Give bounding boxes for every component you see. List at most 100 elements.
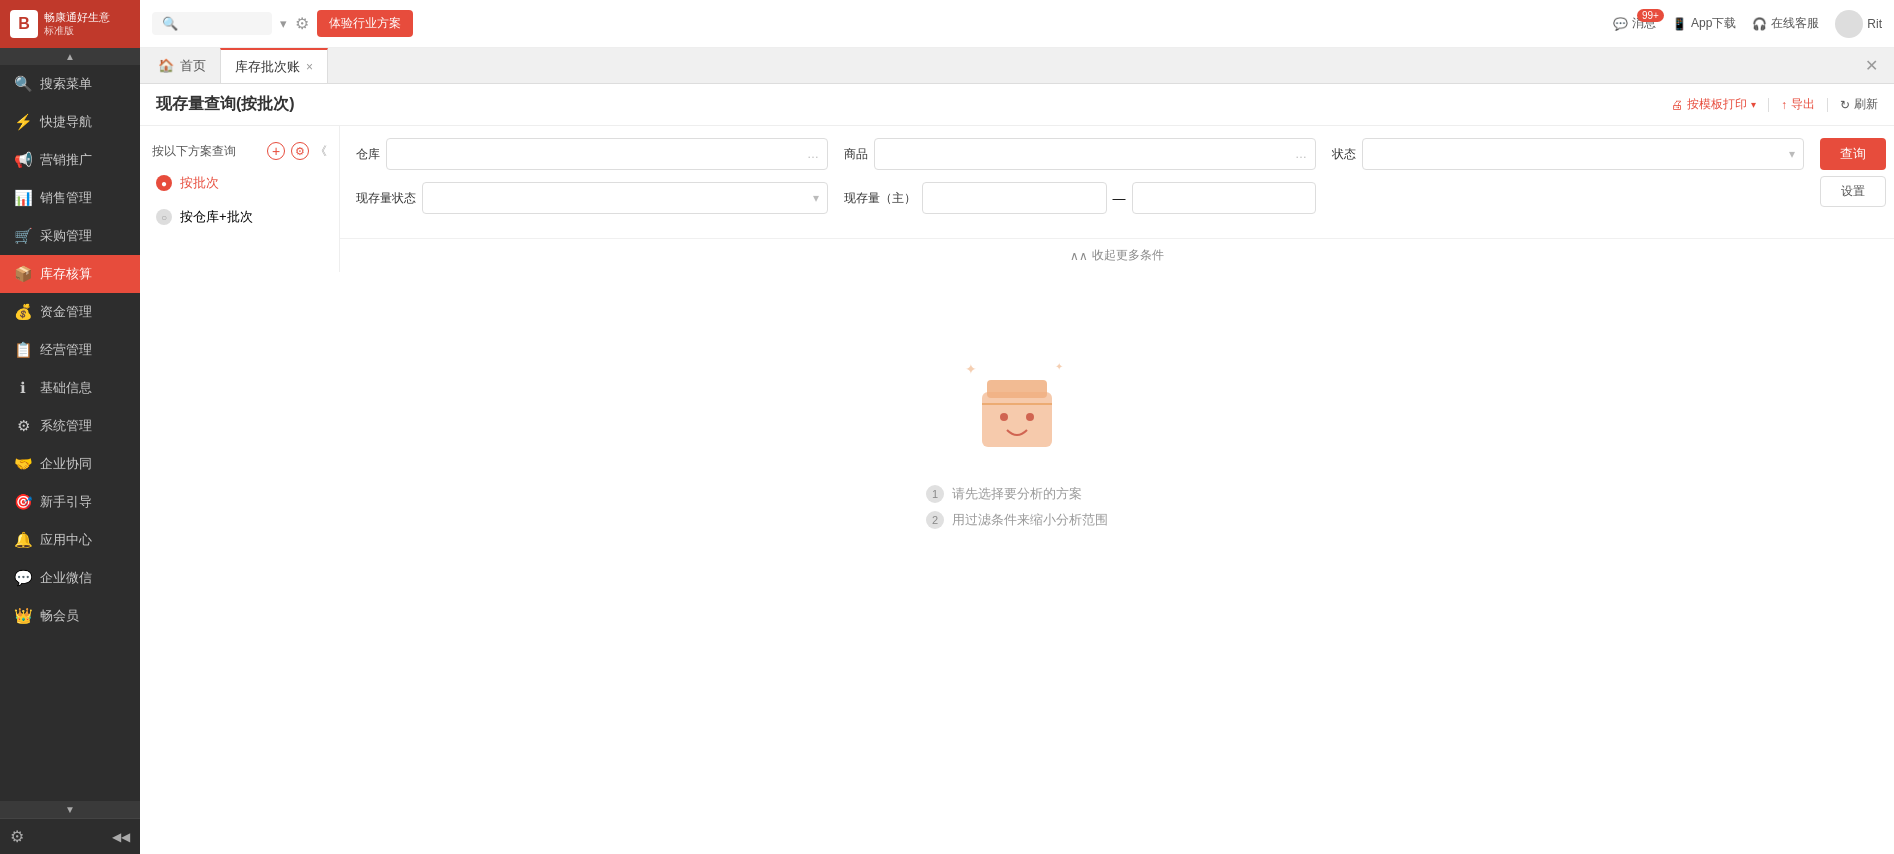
settings-scheme-icon[interactable]: ⚙ bbox=[291, 142, 309, 160]
qty-min-input[interactable] bbox=[922, 182, 1107, 214]
experience-btn[interactable]: 体验行业方案 bbox=[317, 10, 413, 37]
phone-icon: 📱 bbox=[1672, 17, 1687, 31]
product-label: 商品 bbox=[844, 146, 868, 163]
sidebar-scroll-up[interactable]: ▲ bbox=[0, 48, 140, 65]
sidebar-item-member[interactable]: 👑 畅会员 bbox=[0, 597, 140, 635]
sidebar-item-wechat[interactable]: 💬 企业微信 bbox=[0, 559, 140, 597]
print-icon: 🖨 bbox=[1671, 98, 1683, 112]
scheme-title: 按以下方案查询 bbox=[152, 143, 236, 160]
add-scheme-icon[interactable]: + bbox=[267, 142, 285, 160]
inventory-status-select[interactable]: ▾ bbox=[422, 182, 828, 214]
sidebar-item-search[interactable]: 🔍 搜索菜单 bbox=[0, 65, 140, 103]
page-actions: 🖨 按模板打印 ▾ ↑ 导出 ↻ 刷新 bbox=[1671, 96, 1878, 113]
topbar-search-box[interactable]: 🔍 bbox=[152, 12, 272, 35]
topbar: 🔍 ▾ ⚙ 体验行业方案 💬 消息 99+ 📱 App下载 🎧 在线客服 bbox=[140, 0, 1894, 48]
tab-close-main-icon[interactable]: ✕ bbox=[1853, 56, 1890, 75]
status-select[interactable]: ▾ bbox=[1362, 138, 1804, 170]
filter-status: 状态 ▾ bbox=[1332, 138, 1804, 170]
topbar-left: 🔍 ▾ ⚙ 体验行业方案 bbox=[152, 10, 1605, 37]
tab-close-icon[interactable]: × bbox=[306, 60, 313, 74]
app-logo: B bbox=[10, 10, 38, 38]
query-btn[interactable]: 查询 bbox=[1820, 138, 1886, 170]
footer-toggle-icon[interactable]: ◀◀ bbox=[112, 830, 130, 844]
collapse-scheme-icon[interactable]: 《 bbox=[315, 143, 327, 160]
sidebar-item-guide[interactable]: 🎯 新手引导 bbox=[0, 483, 140, 521]
tab-home-label: 首页 bbox=[180, 57, 206, 75]
status-chevron-icon: ▾ bbox=[1789, 147, 1795, 161]
filter-product: 商品 … bbox=[844, 138, 1316, 170]
headset-icon: 🎧 bbox=[1752, 17, 1767, 31]
export-btn[interactable]: ↑ 导出 bbox=[1781, 96, 1815, 113]
svg-rect-1 bbox=[987, 380, 1047, 398]
sidebar-item-label: 库存核算 bbox=[40, 265, 92, 283]
footer-settings-icon[interactable]: ⚙ bbox=[10, 827, 24, 846]
clipboard-icon: 📋 bbox=[14, 341, 32, 359]
qty-max-input[interactable] bbox=[1132, 182, 1317, 214]
app-edition: 标准版 bbox=[44, 24, 110, 38]
sidebar-item-label: 畅会员 bbox=[40, 607, 79, 625]
filter-and-actions: 仓库 … 商品 … bbox=[340, 126, 1894, 238]
sidebar-item-label: 新手引导 bbox=[40, 493, 92, 511]
sidebar-footer: ⚙ ◀◀ bbox=[0, 818, 140, 854]
scheme-item-warehouse-batch[interactable]: ○ 按仓库+批次 bbox=[140, 200, 339, 234]
main-area: 🔍 ▾ ⚙ 体验行业方案 💬 消息 99+ 📱 App下载 🎧 在线客服 bbox=[140, 0, 1894, 854]
print-chevron-icon: ▾ bbox=[1751, 99, 1756, 110]
online-service-btn[interactable]: 🎧 在线客服 bbox=[1752, 15, 1819, 32]
app-download-btn[interactable]: 📱 App下载 bbox=[1672, 15, 1736, 32]
sidebar-item-sales[interactable]: 📊 销售管理 bbox=[0, 179, 140, 217]
topbar-chevron-icon[interactable]: ▾ bbox=[280, 16, 287, 31]
warehouse-input[interactable]: … bbox=[386, 138, 828, 170]
sidebar-item-label: 销售管理 bbox=[40, 189, 92, 207]
export-icon: ↑ bbox=[1781, 98, 1787, 112]
tab-inventory-batch[interactable]: 库存批次账 × bbox=[220, 48, 328, 83]
scheme-dot-active: ● bbox=[156, 175, 172, 191]
topbar-settings-icon[interactable]: ⚙ bbox=[295, 14, 309, 33]
sidebar-item-finance[interactable]: 💰 资金管理 bbox=[0, 293, 140, 331]
sidebar-item-label: 应用中心 bbox=[40, 531, 92, 549]
message-btn[interactable]: 💬 消息 99+ bbox=[1613, 15, 1656, 32]
filter-panel: 仓库 … 商品 … bbox=[340, 126, 1820, 238]
user-avatar bbox=[1835, 10, 1863, 38]
sidebar-item-apps[interactable]: 🔔 应用中心 bbox=[0, 521, 140, 559]
inventory-status-label: 现存量状态 bbox=[356, 190, 416, 207]
collapse-btn[interactable]: ∧∧ 收起更多条件 bbox=[340, 238, 1894, 272]
hint-text-2: 用过滤条件来缩小分析范围 bbox=[952, 511, 1108, 529]
sidebar-item-system[interactable]: ⚙ 系统管理 bbox=[0, 407, 140, 445]
scheme-actions: + ⚙ 《 bbox=[267, 142, 327, 160]
status-label: 状态 bbox=[1332, 146, 1356, 163]
refresh-btn[interactable]: ↻ 刷新 bbox=[1840, 96, 1878, 113]
online-service-label: 在线客服 bbox=[1771, 15, 1819, 32]
scheme-header: 按以下方案查询 + ⚙ 《 bbox=[140, 136, 339, 166]
tabbar: 🏠 首页 库存批次账 × ✕ bbox=[140, 48, 1894, 84]
refresh-icon: ↻ bbox=[1840, 98, 1850, 112]
user-avatar-btn[interactable]: Rit bbox=[1835, 10, 1882, 38]
refresh-label: 刷新 bbox=[1854, 96, 1878, 113]
sidebar-item-basic[interactable]: ℹ 基础信息 bbox=[0, 369, 140, 407]
scheme-panel: 按以下方案查询 + ⚙ 《 ● 按批次 ○ 按仓库+批次 bbox=[140, 126, 340, 272]
tab-home[interactable]: 🏠 首页 bbox=[144, 48, 220, 83]
target-icon: 🎯 bbox=[14, 493, 32, 511]
hint-num-1: 1 bbox=[926, 485, 944, 503]
sidebar-item-collab[interactable]: 🤝 企业协同 bbox=[0, 445, 140, 483]
topbar-search-icon: 🔍 bbox=[162, 16, 178, 31]
home-icon: 🏠 bbox=[158, 58, 174, 73]
cart-icon: 🛒 bbox=[14, 227, 32, 245]
sidebar-scroll-down[interactable]: ▼ bbox=[0, 801, 140, 818]
sidebar-item-purchase[interactable]: 🛒 采购管理 bbox=[0, 217, 140, 255]
export-label: 导出 bbox=[1791, 96, 1815, 113]
topbar-right: 💬 消息 99+ 📱 App下载 🎧 在线客服 Rit bbox=[1613, 10, 1882, 38]
inventory-status-chevron-icon: ▾ bbox=[813, 191, 819, 205]
settings-btn[interactable]: 设置 bbox=[1820, 176, 1886, 207]
chat-icon: 💬 bbox=[14, 569, 32, 587]
divider2 bbox=[1827, 98, 1828, 112]
collapse-label: 收起更多条件 bbox=[1092, 247, 1164, 264]
filter-area: 按以下方案查询 + ⚙ 《 ● 按批次 ○ 按仓库+批次 bbox=[140, 126, 1894, 272]
sidebar-item-marketing[interactable]: 📢 营销推广 bbox=[0, 141, 140, 179]
product-input[interactable]: … bbox=[874, 138, 1316, 170]
scheme-item-batch[interactable]: ● 按批次 bbox=[140, 166, 339, 200]
sidebar-item-shortcut[interactable]: ⚡ 快捷导航 bbox=[0, 103, 140, 141]
sidebar-item-inventory[interactable]: 📦 库存核算 bbox=[0, 255, 140, 293]
sidebar-item-operation[interactable]: 📋 经营管理 bbox=[0, 331, 140, 369]
filter-row-2: 现存量状态 ▾ 现存量（主） — bbox=[356, 182, 1804, 214]
print-btn[interactable]: 🖨 按模板打印 ▾ bbox=[1671, 96, 1756, 113]
